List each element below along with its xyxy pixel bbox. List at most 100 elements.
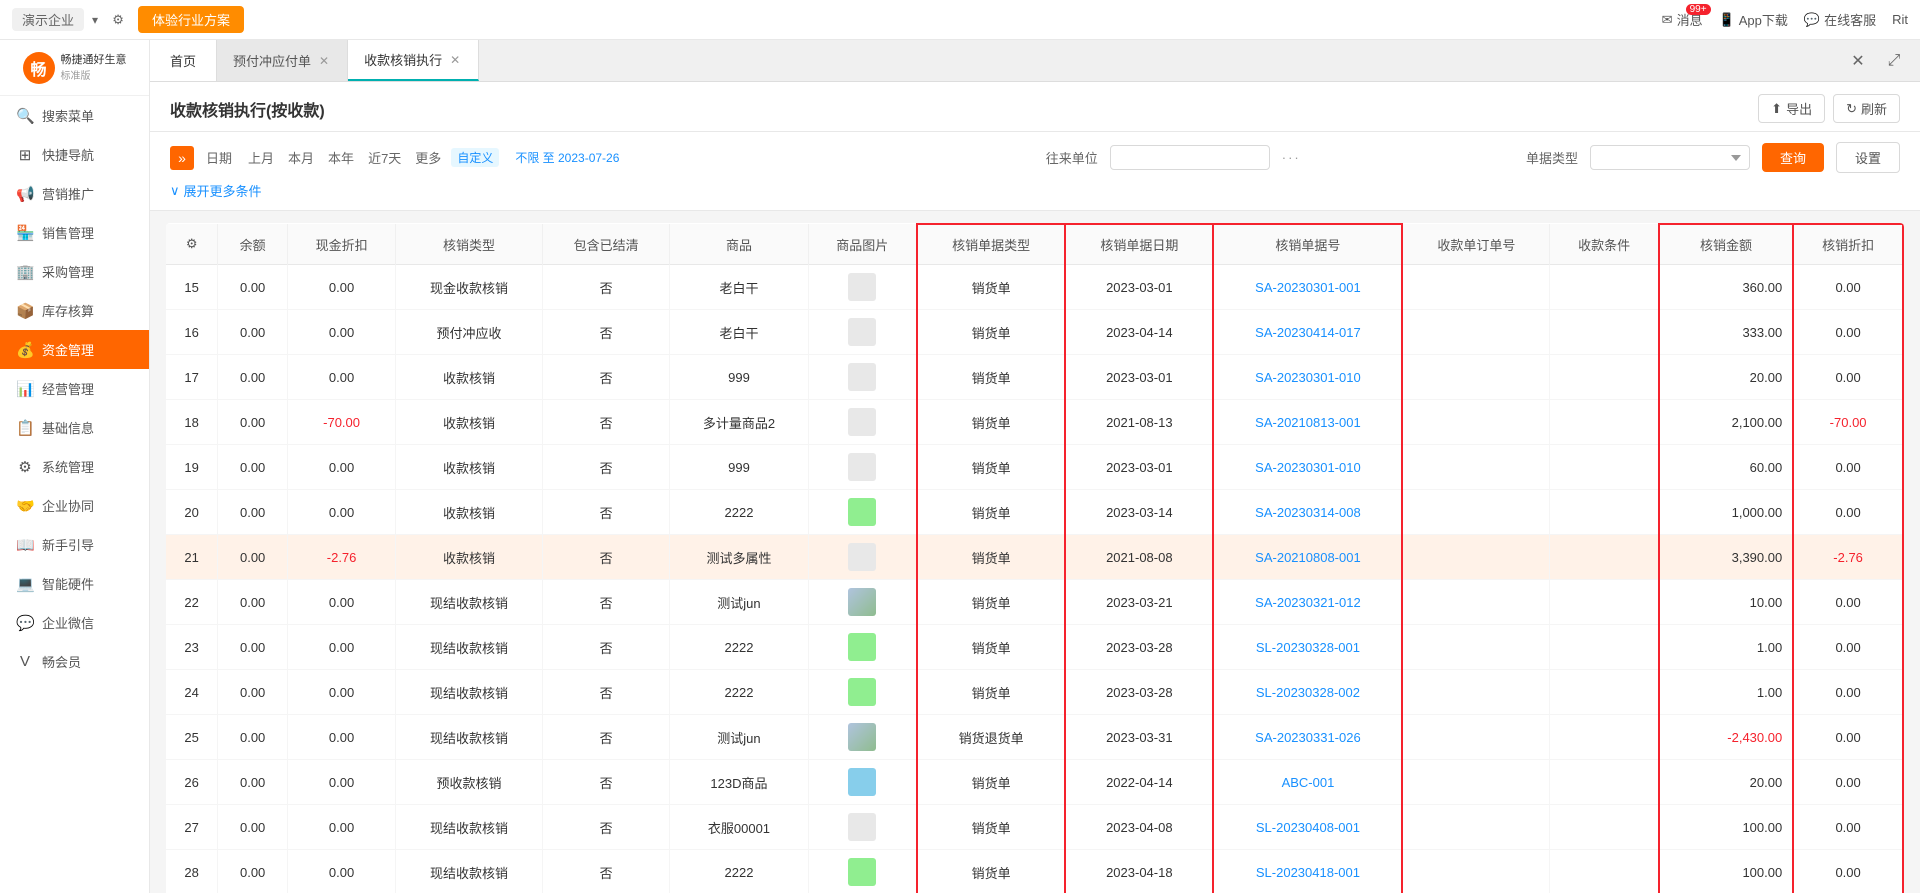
sidebar-label-operations: 经营管理 — [42, 379, 94, 398]
col-header-verify-bill-type: 核销单据类型 — [917, 224, 1065, 265]
sidebar-item-member[interactable]: V 畅会员 — [0, 642, 149, 681]
cell-verify-bill-no[interactable]: ABC-001 — [1213, 760, 1402, 805]
page-content: 收款核销执行(按收款) ⬆ 导出 ↻ 刷新 » 日期 — [150, 82, 1920, 893]
cell-verify-bill-no[interactable]: SL-20230408-001 — [1213, 805, 1402, 850]
table-row: 16 0.00 0.00 预付冲应收 否 老白干 销货单 2023-04-14 … — [166, 310, 1903, 355]
newbie-icon: 📖 — [16, 536, 34, 554]
sidebar-item-quicknav[interactable]: ⊞ 快捷导航 — [0, 135, 149, 174]
cell-verify-bill-no[interactable]: SL-20230328-001 — [1213, 625, 1402, 670]
cell-verify-bill-no[interactable]: SA-20230314-008 — [1213, 490, 1402, 535]
this-month-btn[interactable]: 本月 — [284, 146, 318, 169]
sidebar-item-inventory[interactable]: 📦 库存核算 — [0, 291, 149, 330]
cell-goods: 2222 — [670, 670, 808, 715]
bill-no-link[interactable]: SA-20230301-010 — [1255, 460, 1361, 475]
user-profile[interactable]: Rit — [1892, 12, 1908, 27]
tab-prepay[interactable]: 预付冲应付单 ✕ — [217, 40, 348, 81]
sidebar-label-system: 系统管理 — [42, 457, 94, 476]
sidebar-item-operations[interactable]: 📊 经营管理 — [0, 369, 149, 408]
cell-verify-discount: 0.00 — [1793, 715, 1903, 760]
bill-no-link[interactable]: SA-20230301-001 — [1255, 280, 1361, 295]
sidebar-item-wechat[interactable]: 💬 企业微信 — [0, 603, 149, 642]
cell-verify-bill-type: 销货单 — [917, 535, 1065, 580]
bill-no-link[interactable]: SL-20230408-001 — [1256, 820, 1360, 835]
sidebar-item-system[interactable]: ⚙ 系统管理 — [0, 447, 149, 486]
cell-cash-discount: 0.00 — [287, 355, 395, 400]
expand-more-conditions[interactable]: ∨ 展开更多条件 — [170, 181, 1900, 200]
company-dropdown-icon[interactable]: ▾ — [92, 13, 98, 27]
customer-input[interactable] — [1110, 145, 1270, 170]
bill-no-link[interactable]: SA-20230314-008 — [1255, 505, 1361, 520]
this-year-btn[interactable]: 本年 — [324, 146, 358, 169]
cell-verify-bill-no[interactable]: SA-20210808-001 — [1213, 535, 1402, 580]
online-service-btn[interactable]: 💬 在线客服 — [1804, 10, 1876, 29]
cell-goods-img — [808, 760, 917, 805]
sidebar-label-basic: 基础信息 — [42, 418, 94, 437]
bill-type-select[interactable]: 销货单 销货退货单 — [1590, 145, 1750, 170]
customer-dots[interactable]: ··· — [1282, 150, 1301, 165]
bill-no-link[interactable]: SA-20230321-012 — [1255, 595, 1361, 610]
cell-verify-bill-no[interactable]: SA-20230301-010 — [1213, 445, 1402, 490]
bill-no-link[interactable]: SL-20230418-001 — [1256, 865, 1360, 880]
sidebar-item-enterprise[interactable]: 🤝 企业协同 — [0, 486, 149, 525]
more-date-btn[interactable]: 更多 — [411, 146, 445, 169]
cell-goods: 2222 — [670, 490, 808, 535]
bill-no-link[interactable]: SA-20230331-026 — [1255, 730, 1361, 745]
cell-cash-discount: 0.00 — [287, 670, 395, 715]
tab-home[interactable]: 首页 — [150, 40, 217, 81]
cell-verify-bill-no[interactable]: SA-20230321-012 — [1213, 580, 1402, 625]
bill-no-link[interactable]: SA-20230414-017 — [1255, 325, 1361, 340]
custom-date-btn[interactable]: 自定义 — [451, 148, 499, 167]
cell-receipt-order — [1402, 580, 1549, 625]
setting-button[interactable]: 设置 — [1836, 142, 1900, 173]
message-icon: ✉ — [1662, 12, 1673, 28]
bill-no-link[interactable]: SA-20230301-010 — [1255, 370, 1361, 385]
table-row: 19 0.00 0.00 收款核销 否 999 销货单 2023-03-01 S… — [166, 445, 1903, 490]
message-btn[interactable]: ✉ 消息 99+ — [1662, 10, 1703, 29]
query-button[interactable]: 查询 — [1762, 143, 1824, 172]
settings-icon[interactable]: ⚙ — [106, 8, 130, 32]
last-month-btn[interactable]: 上月 — [244, 146, 278, 169]
cell-receipt-condition — [1550, 760, 1659, 805]
cell-verify-bill-no[interactable]: SA-20230301-010 — [1213, 355, 1402, 400]
cell-verify-bill-no[interactable]: SA-20230301-001 — [1213, 265, 1402, 310]
sidebar-item-sales[interactable]: 🏪 销售管理 — [0, 213, 149, 252]
sidebar-item-marketing[interactable]: 📢 营销推广 — [0, 174, 149, 213]
sidebar-item-finance[interactable]: 💰 资金管理 — [0, 330, 149, 369]
cell-verify-bill-no[interactable]: SA-20230331-026 — [1213, 715, 1402, 760]
goods-img — [848, 768, 876, 796]
bill-no-link[interactable]: ABC-001 — [1282, 775, 1335, 790]
goods-img — [848, 318, 876, 346]
export-button[interactable]: ⬆ 导出 — [1758, 94, 1825, 123]
industry-btn[interactable]: 体验行业方案 — [138, 6, 244, 33]
tab-receipt[interactable]: 收款核销执行 ✕ — [348, 40, 479, 81]
sidebar-item-hardware[interactable]: 💻 智能硬件 — [0, 564, 149, 603]
cell-verify-bill-no[interactable]: SA-20210813-001 — [1213, 400, 1402, 445]
filter-expand-icon-btn[interactable]: » — [170, 146, 194, 170]
tab-prepay-close[interactable]: ✕ — [317, 52, 331, 70]
table-row: 24 0.00 0.00 现结收款核销 否 2222 销货单 2023-03-2… — [166, 670, 1903, 715]
sidebar-item-purchase[interactable]: 🏢 采购管理 — [0, 252, 149, 291]
goods-img — [848, 498, 876, 526]
sidebar-label-inventory: 库存核算 — [42, 301, 94, 320]
sidebar-item-search[interactable]: 🔍 搜索菜单 — [0, 96, 149, 135]
bill-no-link[interactable]: SL-20230328-001 — [1256, 640, 1360, 655]
tab-expand-btn[interactable]: ⤢ — [1880, 47, 1908, 75]
sidebar-item-newbie[interactable]: 📖 新手引导 — [0, 525, 149, 564]
cell-goods: 老白干 — [670, 310, 808, 355]
app-download-btn[interactable]: 📱 App下载 — [1719, 10, 1788, 29]
goods-img — [848, 723, 876, 751]
bill-no-link[interactable]: SA-20210813-001 — [1255, 415, 1361, 430]
table-row: 15 0.00 0.00 现金收款核销 否 老白干 销货单 2023-03-01… — [166, 265, 1903, 310]
refresh-button[interactable]: ↻ 刷新 — [1833, 94, 1900, 123]
tab-close-btn[interactable]: ✕ — [1844, 47, 1872, 75]
last7-btn[interactable]: 近7天 — [364, 146, 405, 169]
cell-verify-bill-no[interactable]: SA-20230414-017 — [1213, 310, 1402, 355]
sidebar-item-basic[interactable]: 📋 基础信息 — [0, 408, 149, 447]
bill-no-link[interactable]: SA-20210808-001 — [1255, 550, 1361, 565]
cell-idx: 28 — [166, 850, 218, 893]
cell-verify-bill-no[interactable]: SL-20230418-001 — [1213, 850, 1402, 893]
bill-no-link[interactable]: SL-20230328-002 — [1256, 685, 1360, 700]
cell-verify-bill-no[interactable]: SL-20230328-002 — [1213, 670, 1402, 715]
tab-receipt-close[interactable]: ✕ — [448, 51, 462, 69]
company-name[interactable]: 演示企业 — [12, 8, 84, 31]
